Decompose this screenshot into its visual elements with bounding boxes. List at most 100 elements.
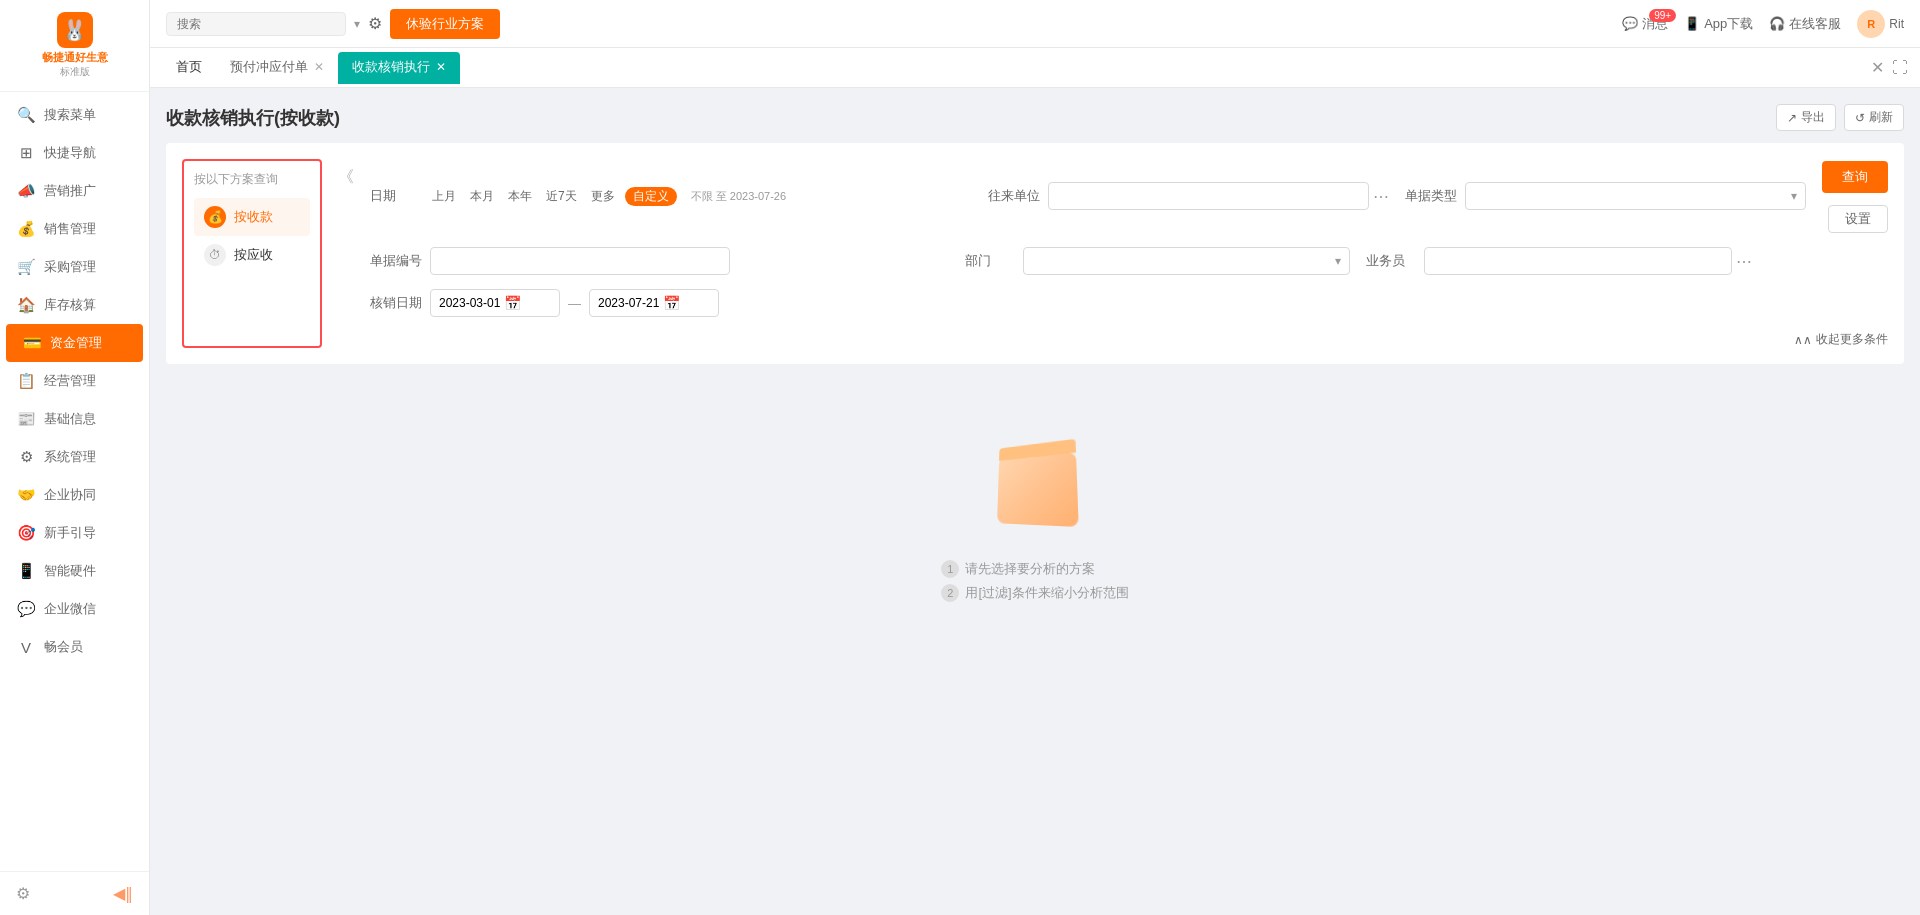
hint-text-1: 请先选择要分析的方案 (965, 560, 1095, 578)
topbar-left: ▾ ⚙ 休验行业方案 (166, 9, 1622, 39)
collapse-more-label: 收起更多条件 (1816, 331, 1888, 348)
sidebar-item-basicinfo[interactable]: 📰 基础信息 (0, 400, 149, 438)
verify-date-end-value: 2023-07-21 (598, 296, 659, 310)
query-button[interactable]: 查询 (1822, 161, 1888, 193)
industry-solution-button[interactable]: 休验行业方案 (390, 9, 500, 39)
sidebar-item-enterprise[interactable]: 🤝 企业协同 (0, 476, 149, 514)
search-input[interactable] (166, 12, 346, 36)
shortcut-7days[interactable]: 近7天 (542, 186, 581, 207)
menu-icon-inventory: 🏠 (16, 296, 36, 314)
tab-prepay-close-icon[interactable]: ✕ (314, 60, 324, 74)
topbar-gear-icon[interactable]: ⚙ (368, 14, 382, 33)
menu-icon-sales: 💰 (16, 220, 36, 238)
menu-icon-wechat: 💬 (16, 600, 36, 618)
filter-row-3: 核销日期 2023-03-01 📅 — 2023-07-21 📅 (370, 289, 1888, 317)
end-calendar-icon: 📅 (663, 295, 680, 311)
export-button[interactable]: ↗ 导出 (1776, 104, 1836, 131)
tab-home[interactable]: 首页 (162, 52, 216, 84)
shortcut-more[interactable]: 更多 (587, 186, 619, 207)
refresh-label: 刷新 (1869, 109, 1893, 126)
verify-date-end-input[interactable]: 2023-07-21 📅 (589, 289, 719, 317)
verify-date-start-input[interactable]: 2023-03-01 📅 (430, 289, 560, 317)
tabbar: 首页 预付冲应付单 ✕ 收款核销执行 ✕ ✕ ⛶ (150, 48, 1920, 88)
online-service-button[interactable]: 🎧 在线客服 (1769, 15, 1841, 33)
receivable-option-icon: ⏱ (204, 244, 226, 266)
date-field: 日期 上月 本月 本年 近7天 更多 自定义 不限 至 2023-07-26 (370, 186, 972, 207)
menu-icon-operation: 📋 (16, 372, 36, 390)
counterpart-label: 往来单位 (988, 187, 1040, 205)
hint-num-1: 1 (941, 560, 959, 578)
sidebar-item-operation[interactable]: 📋 经营管理 (0, 362, 149, 400)
content-area: 收款核销执行(按收款) ↗ 导出 ↺ 刷新 按以下方案查询 (150, 88, 1920, 915)
menu-label-member: 畅会员 (44, 638, 83, 656)
voucher-type-select[interactable]: ▾ (1465, 182, 1806, 210)
menu-label-search: 搜索菜单 (44, 106, 96, 124)
staff-input-wrap: ⋯ (1424, 247, 1752, 275)
user-area[interactable]: R Rit (1857, 10, 1904, 38)
voucher-no-input[interactable] (430, 247, 730, 275)
service-icon: 🎧 (1769, 16, 1785, 31)
sidebar-item-member[interactable]: V 畅会员 (0, 628, 149, 666)
tab-home-label: 首页 (176, 58, 202, 76)
message-button[interactable]: 💬 消息 99+ (1622, 15, 1668, 33)
shortcut-this-month[interactable]: 本月 (466, 186, 498, 207)
tab-prepay-label: 预付冲应付单 (230, 58, 308, 76)
receipt-option-label: 按收款 (234, 208, 273, 226)
setting-button[interactable]: 设置 (1828, 205, 1888, 233)
menu-label-inventory: 库存核算 (44, 296, 96, 314)
collapse-sidebar-btn[interactable]: ◀‖ (113, 884, 133, 903)
receivable-option-label: 按应收 (234, 246, 273, 264)
counterpart-input[interactable] (1048, 182, 1369, 210)
collapse-more-btn[interactable]: ∧∧ 收起更多条件 (370, 331, 1888, 348)
settings-icon[interactable]: ⚙ (16, 884, 30, 903)
sidebar-item-sales[interactable]: 💰 销售管理 (0, 210, 149, 248)
sidebar-item-hardware[interactable]: 📱 智能硬件 (0, 552, 149, 590)
sidebar-item-purchase[interactable]: 🛒 采购管理 (0, 248, 149, 286)
shortcut-custom[interactable]: 自定义 (625, 187, 677, 206)
hint-item-2: 2 用[过滤]条件来缩小分析范围 (941, 584, 1128, 602)
staff-input[interactable] (1424, 247, 1732, 275)
export-label: 导出 (1801, 109, 1825, 126)
sidebar-item-inventory[interactable]: 🏠 库存核算 (0, 286, 149, 324)
filter-option-receivable[interactable]: ⏱ 按应收 (194, 236, 310, 274)
sidebar-menu: 🔍 搜索菜单 ⊞ 快捷导航 📣 营销推广 💰 销售管理 🛒 采购管理 🏠 库存核… (0, 92, 149, 871)
staff-more-icon[interactable]: ⋯ (1736, 252, 1752, 271)
filter-sidebar-title: 按以下方案查询 (194, 171, 310, 188)
shortcut-this-year[interactable]: 本年 (504, 186, 536, 207)
menu-icon-enterprise: 🤝 (16, 486, 36, 504)
topbar-chevron-icon[interactable]: ▾ (354, 17, 360, 31)
logo-version: 标准版 (60, 65, 90, 79)
menu-label-enterprise: 企业协同 (44, 486, 96, 504)
shortcut-last-month[interactable]: 上月 (428, 186, 460, 207)
dept-select[interactable]: ▾ (1023, 247, 1351, 275)
sidebar-item-capital[interactable]: 💳 资金管理 (6, 324, 143, 362)
tab-prepay[interactable]: 预付冲应付单 ✕ (216, 52, 338, 84)
maximize-icon[interactable]: ⛶ (1892, 59, 1908, 77)
refresh-button[interactable]: ↺ 刷新 (1844, 104, 1904, 131)
start-calendar-icon: 📅 (504, 295, 521, 311)
sidebar-item-quicknav[interactable]: ⊞ 快捷导航 (0, 134, 149, 172)
page-header: 收款核销执行(按收款) ↗ 导出 ↺ 刷新 (166, 104, 1904, 131)
filter-option-receipt[interactable]: 💰 按收款 (194, 198, 310, 236)
sidebar-item-system[interactable]: ⚙ 系统管理 (0, 438, 149, 476)
tab-receipt[interactable]: 收款核销执行 ✕ (338, 52, 460, 84)
dept-label: 部门 (965, 252, 1015, 270)
message-icon: 💬 (1622, 16, 1638, 31)
sidebar-item-marketing[interactable]: 📣 营销推广 (0, 172, 149, 210)
empty-illustration (975, 444, 1095, 544)
sidebar-item-guide[interactable]: 🎯 新手引导 (0, 514, 149, 552)
app-download-button[interactable]: 📱 App下载 (1684, 15, 1753, 33)
menu-icon-quicknav: ⊞ (16, 144, 36, 162)
counterpart-more-icon[interactable]: ⋯ (1373, 187, 1389, 206)
page-actions: ↗ 导出 ↺ 刷新 (1776, 104, 1904, 131)
logo-area: 🐰 畅捷通好生意 标准版 (0, 0, 149, 92)
sidebar-item-wechat[interactable]: 💬 企业微信 (0, 590, 149, 628)
sidebar-item-search[interactable]: 🔍 搜索菜单 (0, 96, 149, 134)
menu-label-marketing: 营销推广 (44, 182, 96, 200)
tab-receipt-close-icon[interactable]: ✕ (436, 60, 446, 74)
filter-collapse-btn[interactable]: 《 (334, 167, 358, 188)
logo-name: 畅捷通好生意 (42, 50, 108, 65)
empty-hints: 1 请先选择要分析的方案 2 用[过滤]条件来缩小分析范围 (941, 560, 1128, 602)
close-window-icon[interactable]: ✕ (1871, 58, 1884, 77)
page-wrapper: 收款核销执行(按收款) ↗ 导出 ↺ 刷新 按以下方案查询 (150, 88, 1920, 698)
